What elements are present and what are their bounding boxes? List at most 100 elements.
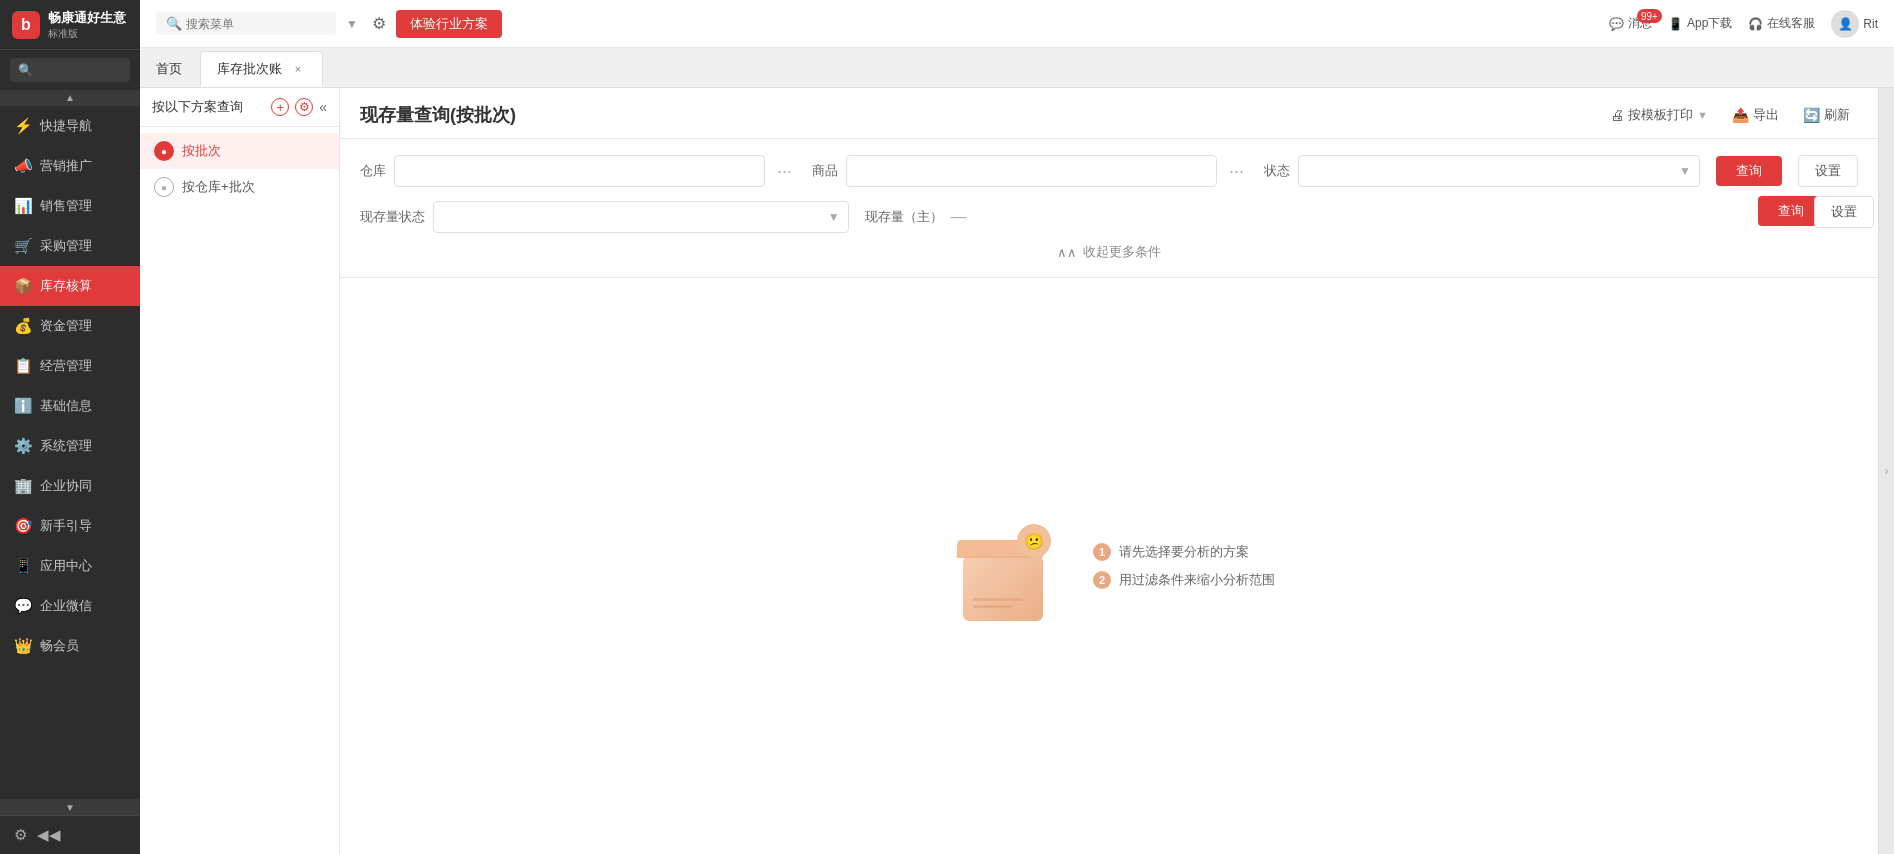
export-btn[interactable]: 📤 导出	[1724, 102, 1787, 128]
scheme-collapse-icon[interactable]: «	[319, 99, 327, 115]
right-toggle-icon: ›	[1885, 464, 1889, 478]
empty-inner: 😕 1 请先选择要分析的方案 2 用过滤条件来缩小分析范围	[943, 506, 1275, 626]
messages-btn[interactable]: 💬 消息 99+	[1609, 15, 1652, 32]
sidebar-item-finance[interactable]: 💰 资金管理	[0, 306, 140, 346]
page-header-actions: 🖨 按模板打印 ▼ 📤 导出 🔄 刷新 查询 设置	[1602, 102, 1858, 128]
user-area[interactable]: 👤 Rit	[1831, 10, 1878, 38]
status-field: 状态 ▼	[1264, 155, 1700, 187]
stock-status-select[interactable]: ▼	[433, 201, 849, 233]
scheme-settings-icon[interactable]: ⚙	[295, 98, 313, 116]
apps-icon: 📱	[14, 557, 32, 575]
print-label: 按模板打印	[1628, 106, 1693, 124]
page-title: 现存量查询(按批次)	[360, 103, 516, 127]
sidebar-item-quick-nav[interactable]: ⚡ 快捷导航	[0, 106, 140, 146]
topbar-search-icon: 🔍	[166, 16, 182, 31]
empty-line-2	[973, 605, 1013, 608]
tab-home[interactable]: 首页	[140, 51, 198, 87]
avatar-placeholder: 👤	[1838, 17, 1853, 31]
sidebar-item-member[interactable]: 👑 畅会员	[0, 626, 140, 666]
sidebar-item-ops[interactable]: 📋 经营管理	[0, 346, 140, 386]
sidebar: b 畅康通好生意 标准版 🔍 ▲ ⚡ 快捷导航 📣 营销推广 📊 销售管理 🛒 …	[0, 0, 140, 854]
sidebar-item-marketing[interactable]: 📣 营销推广	[0, 146, 140, 186]
app-download-btn[interactable]: 📱 App下载	[1668, 15, 1732, 32]
sidebar-item-basic[interactable]: ℹ️ 基础信息	[0, 386, 140, 426]
sidebar-item-sales[interactable]: 📊 销售管理	[0, 186, 140, 226]
topbar-search-input[interactable]	[186, 17, 306, 31]
app-version: 标准版	[48, 27, 126, 41]
print-dropdown-icon[interactable]: ▼	[1697, 109, 1708, 121]
warehouse-label: 仓库	[360, 162, 386, 180]
empty-box-body	[963, 556, 1043, 621]
tab-close-btn[interactable]: ×	[290, 61, 306, 77]
settings-icon[interactable]: ⚙	[14, 826, 27, 844]
filter-settings-btn[interactable]: 设置	[1798, 155, 1858, 187]
topbar-gear-icon[interactable]: ⚙	[372, 14, 386, 33]
product-field: 商品 ···	[812, 155, 1248, 187]
product-input[interactable]	[846, 155, 1217, 187]
scheme-item-by-batch[interactable]: ● 按批次	[140, 133, 339, 169]
right-panel-toggle[interactable]: ›	[1878, 88, 1894, 854]
sidebar-bottom: ⚙ ◀◀	[0, 815, 140, 854]
product-label: 商品	[812, 162, 838, 180]
nav-label-finance: 资金管理	[40, 317, 92, 335]
content-area: 按以下方案查询 + ⚙ « ● 按批次 ● 按仓库+批次	[140, 88, 1894, 854]
scheme-panel-title: 按以下方案查询	[152, 98, 243, 116]
stock-status-field: 现存量状态 ▼	[360, 201, 849, 233]
scheme-item-by-warehouse-batch[interactable]: ● 按仓库+批次	[140, 169, 339, 205]
nav-label-inventory: 库存核算	[40, 277, 92, 295]
empty-state: 😕 1 请先选择要分析的方案 2 用过滤条件来缩小分析范围	[340, 278, 1878, 854]
newbie-icon: 🎯	[14, 517, 32, 535]
tab-batch-account[interactable]: 库存批次账 ×	[200, 51, 323, 87]
product-dots-btn[interactable]: ···	[1225, 161, 1248, 182]
nav-label-wx: 企业微信	[40, 597, 92, 615]
nav-label-ops: 经营管理	[40, 357, 92, 375]
sidebar-item-system[interactable]: ⚙️ 系统管理	[0, 426, 140, 466]
warehouse-input[interactable]	[394, 155, 765, 187]
sidebar-item-purchase[interactable]: 🛒 采购管理	[0, 226, 140, 266]
system-icon: ⚙️	[14, 437, 32, 455]
nav-label-apps: 应用中心	[40, 557, 92, 575]
online-service-btn[interactable]: 🎧 在线客服	[1748, 15, 1815, 32]
empty-line-1	[973, 598, 1023, 601]
page-header: 现存量查询(按批次) 🖨 按模板打印 ▼ 📤 导出 🔄 刷新	[340, 88, 1878, 139]
topbar-chevron-icon[interactable]: ▼	[346, 17, 358, 31]
sidebar-item-apps[interactable]: 📱 应用中心	[0, 546, 140, 586]
query-submit-btn[interactable]: 查询	[1716, 156, 1782, 186]
scheme-by-warehouse-batch-label: 按仓库+批次	[182, 178, 255, 196]
nav-label-marketing: 营销推广	[40, 157, 92, 175]
scheme-by-batch-icon: ●	[154, 141, 174, 161]
scheme-panel-header: 按以下方案查询 + ⚙ «	[140, 88, 339, 127]
nav-label-member: 畅会员	[40, 637, 79, 655]
empty-tip-1: 1 请先选择要分析的方案	[1093, 543, 1275, 561]
sidebar-item-inventory[interactable]: 📦 库存核算	[0, 266, 140, 306]
sidebar-search-bar[interactable]: 🔍	[10, 58, 130, 82]
member-icon: 👑	[14, 637, 32, 655]
collapse-row[interactable]: ∧∧ 收起更多条件	[360, 243, 1858, 261]
stock-status-dropdown-icon: ▼	[828, 210, 840, 224]
settings-btn[interactable]: 设置	[1814, 196, 1874, 228]
topbar-search-bar[interactable]: 🔍	[156, 12, 336, 35]
refresh-btn[interactable]: 🔄 刷新	[1795, 102, 1858, 128]
inventory-icon: 📦	[14, 277, 32, 295]
industry-btn[interactable]: 体验行业方案	[396, 10, 502, 38]
sidebar-item-corp[interactable]: 🏢 企业协同	[0, 466, 140, 506]
quick-nav-icon: ⚡	[14, 117, 32, 135]
tip-num-2: 2	[1093, 571, 1111, 589]
warehouse-dots-btn[interactable]: ···	[773, 161, 796, 182]
sidebar-scroll-down[interactable]: ▼	[0, 799, 140, 815]
avatar: 👤	[1831, 10, 1859, 38]
finance-icon: 💰	[14, 317, 32, 335]
sidebar-item-newbie[interactable]: 🎯 新手引导	[0, 506, 140, 546]
sidebar-item-wx[interactable]: 💬 企业微信	[0, 586, 140, 626]
status-select[interactable]: ▼	[1298, 155, 1700, 187]
sidebar-collapse-icon[interactable]: ◀◀	[37, 826, 61, 844]
tabbar: 首页 库存批次账 ×	[140, 48, 1894, 88]
sidebar-scroll-up[interactable]: ▲	[0, 90, 140, 106]
warehouse-field: 仓库 ···	[360, 155, 796, 187]
message-icon: 💬	[1609, 17, 1624, 31]
app-title-block: 畅康通好生意 标准版	[48, 10, 126, 41]
refresh-label: 刷新	[1824, 106, 1850, 124]
tip-text-1: 请先选择要分析的方案	[1119, 543, 1249, 561]
scheme-add-icon[interactable]: +	[271, 98, 289, 116]
print-btn[interactable]: 🖨 按模板打印 ▼	[1602, 102, 1716, 128]
